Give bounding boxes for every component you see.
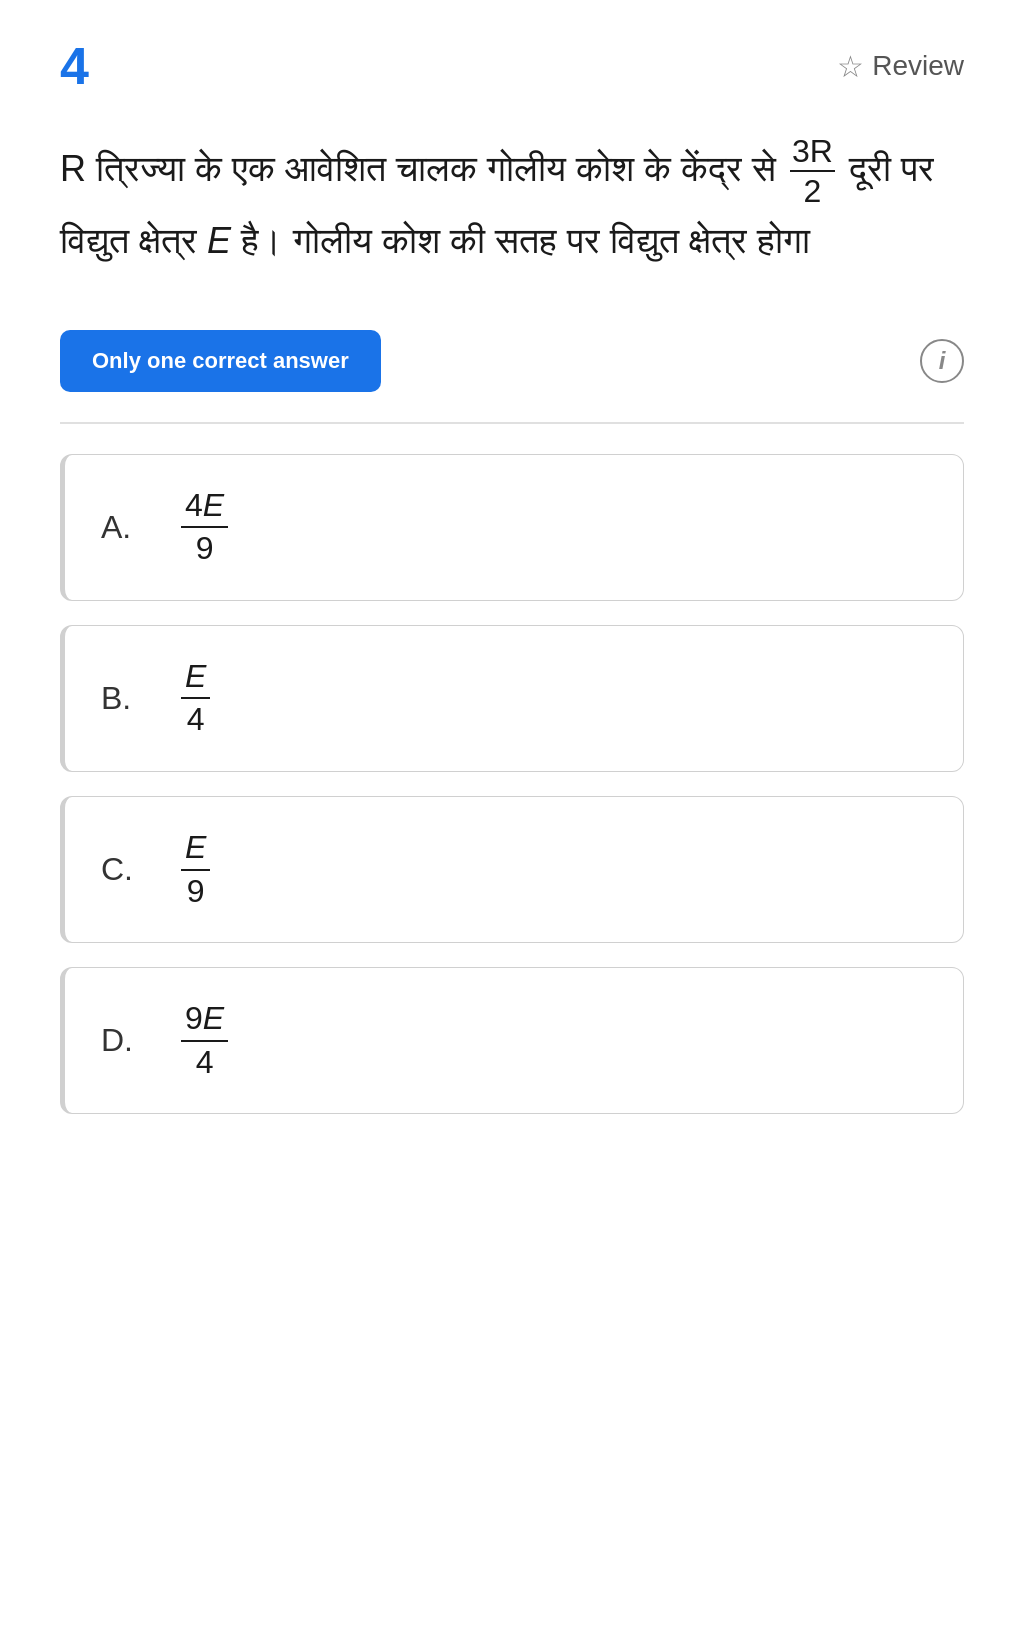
option-d-label: D. xyxy=(101,1022,161,1059)
option-b-value: E 4 xyxy=(181,656,210,741)
fraction-3r-2: 3R 2 xyxy=(790,132,835,211)
option-a-label: A. xyxy=(101,509,161,546)
option-c[interactable]: C. E 9 xyxy=(60,796,964,943)
page-container: 4 ☆ Review R त्रिज्या के एक आवेशित चालक … xyxy=(0,0,1024,1630)
fraction-9e-4: 9E 4 xyxy=(181,998,228,1083)
fraction-e-4: E 4 xyxy=(181,656,210,741)
option-c-value: E 9 xyxy=(181,827,210,912)
review-button[interactable]: ☆ Review xyxy=(837,49,964,84)
option-d[interactable]: D. 9E 4 xyxy=(60,967,964,1114)
fraction-e-9: E 9 xyxy=(181,827,210,912)
info-symbol: i xyxy=(939,347,946,375)
review-label: Review xyxy=(872,50,964,82)
badge-row: Only one correct answer i xyxy=(60,330,964,392)
option-c-label: C. xyxy=(101,851,161,888)
option-b-label: B. xyxy=(101,680,161,717)
option-a[interactable]: A. 4E 9 xyxy=(60,454,964,601)
star-icon: ☆ xyxy=(837,49,864,84)
options-list: A. 4E 9 B. E 4 C. E 9 xyxy=(60,454,964,1115)
option-b[interactable]: B. E 4 xyxy=(60,625,964,772)
question-number: 4 xyxy=(60,40,89,92)
fraction-4e-9: 4E 9 xyxy=(181,485,228,570)
info-icon-button[interactable]: i xyxy=(920,339,964,383)
divider xyxy=(60,422,964,424)
option-d-value: 9E 4 xyxy=(181,998,228,1083)
header-row: 4 ☆ Review xyxy=(60,40,964,92)
option-a-value: 4E 9 xyxy=(181,485,228,570)
only-one-correct-badge: Only one correct answer xyxy=(60,330,381,392)
question-text: R त्रिज्या के एक आवेशित चालक गोलीय कोश क… xyxy=(60,132,964,270)
